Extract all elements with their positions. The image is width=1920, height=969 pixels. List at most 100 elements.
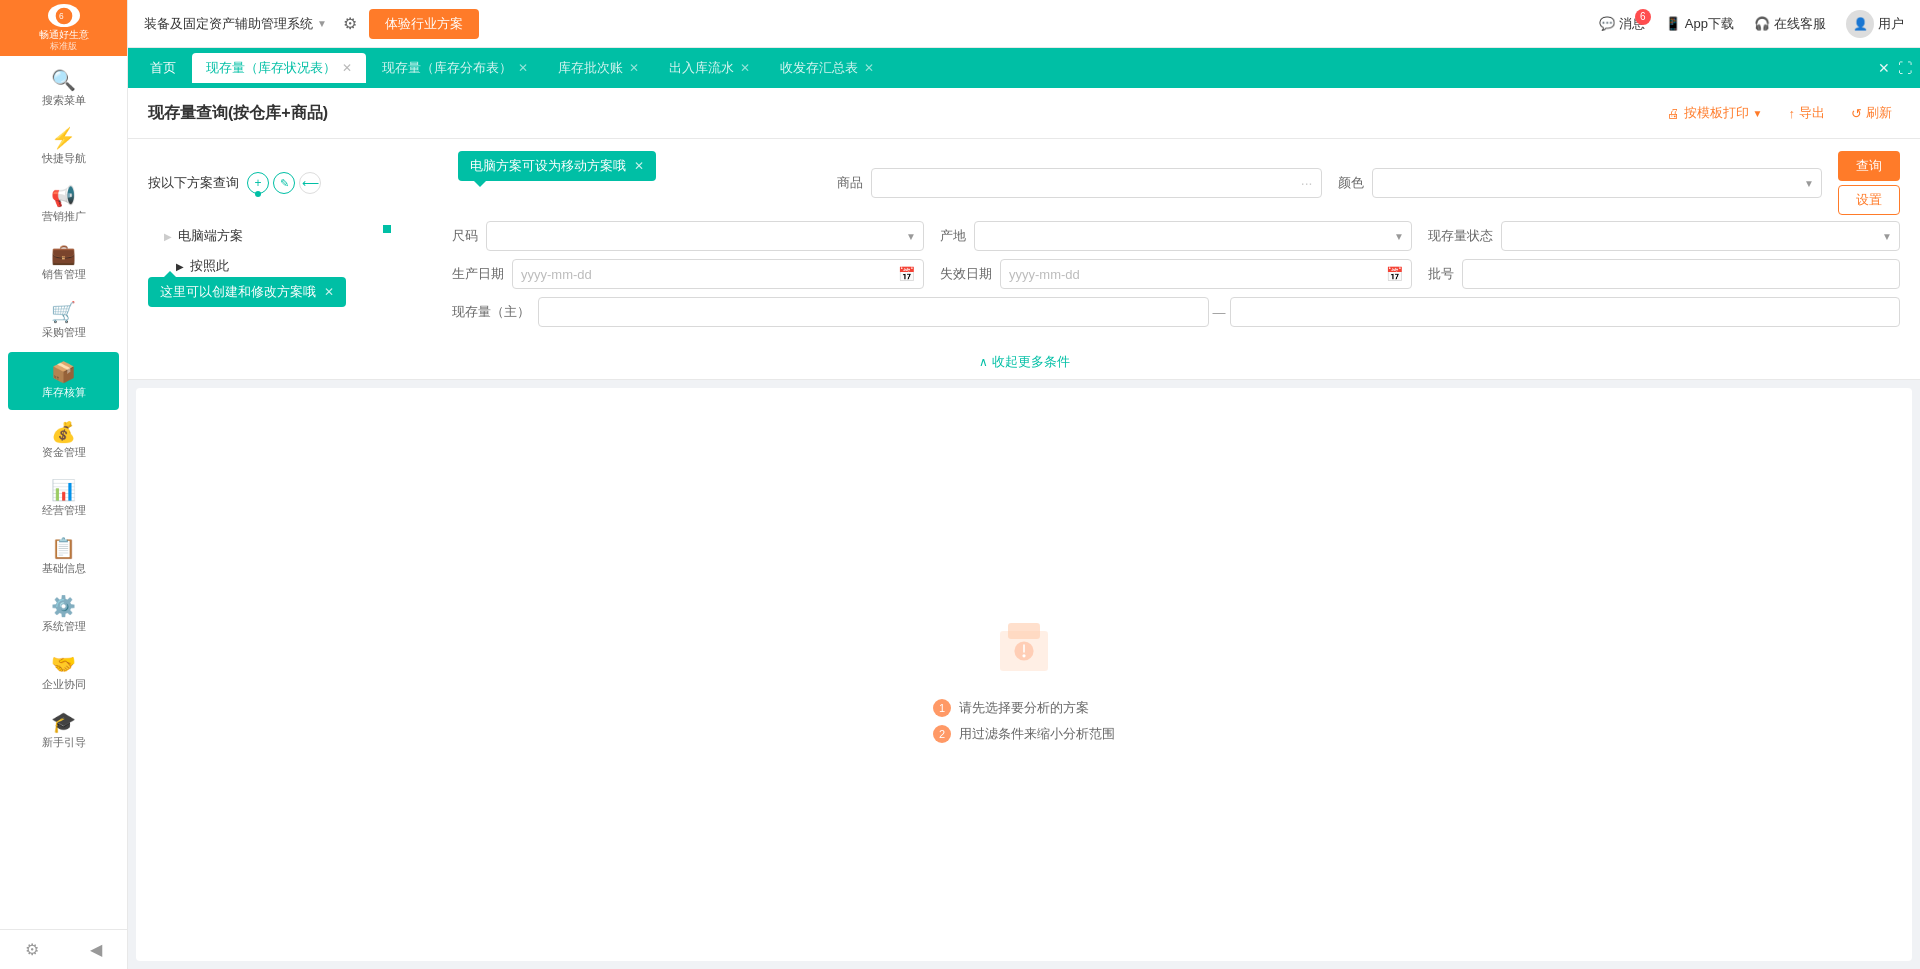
system-selector[interactable]: 装备及固定资产辅助管理系统 ▼ <box>144 15 327 33</box>
origin-select[interactable] <box>974 221 1412 251</box>
tab-stock-status-label: 现存量（库存状况表） <box>206 59 336 77</box>
expire-date-input[interactable]: yyyy-mm-dd 📅 <box>1000 259 1412 289</box>
batch-input[interactable] <box>1462 259 1900 289</box>
scheme-tree-section: 这里可以创建和修改方案哦 ✕ ▶ 电脑端方案 ▶ 按照此 <box>148 221 1900 337</box>
management-icon: 📊 <box>51 480 76 500</box>
tooltip-create-scheme: 这里可以创建和修改方案哦 ✕ <box>148 277 346 307</box>
filter-row-size: 尺码 ▼ 产地 ▼ <box>452 221 1900 251</box>
tab-close-icon-5[interactable]: ✕ <box>864 62 874 74</box>
sidebar-item-purchase[interactable]: 🛒 采购管理 <box>0 292 127 350</box>
sidebar-label-sales: 销售管理 <box>42 267 86 282</box>
sidebar-item-base[interactable]: 📋 基础信息 <box>0 528 127 586</box>
settings-footer-icon[interactable]: ⚙ <box>25 940 39 959</box>
filter-col-color: 颜色 ▼ <box>1338 168 1823 198</box>
main-area: 装备及固定资产辅助管理系统 ▼ ⚙ 体验行业方案 💬 消息 6 📱 App下载 … <box>128 0 1920 969</box>
user-label: 用户 <box>1878 15 1904 33</box>
sidebar-label-search: 搜索菜单 <box>42 93 86 108</box>
tab-close-icon-4[interactable]: ✕ <box>740 62 750 74</box>
sidebar-label-marketing: 营销推广 <box>42 209 86 224</box>
stock-range-max[interactable] <box>1230 297 1901 327</box>
size-select[interactable] <box>486 221 924 251</box>
sidebar-item-cooperation[interactable]: 🤝 企业协同 <box>0 644 127 702</box>
tab-fullscreen-icon[interactable]: ⛶ <box>1898 60 1912 76</box>
filter-icon-btns: + ✎ ⟵ <box>247 172 321 194</box>
prod-date-input[interactable]: yyyy-mm-dd 📅 <box>512 259 924 289</box>
system-name-label: 装备及固定资产辅助管理系统 <box>144 15 313 33</box>
content-area: 现存量查询(按仓库+商品) 🖨 按模板打印 ▼ ↑ 导出 ↺ 刷新 <box>128 88 1920 969</box>
tab-stock-dist[interactable]: 现存量（库存分布表） ✕ <box>368 53 542 83</box>
filter-col-prod-date: 生产日期 yyyy-mm-dd 📅 <box>452 259 924 289</box>
app-logo: 6 畅通好生意 标准版 <box>0 0 127 56</box>
prod-date-placeholder: yyyy-mm-dd <box>521 267 592 282</box>
sidebar-item-guide[interactable]: 🎓 新手引导 <box>0 702 127 760</box>
filter-col-expire-date: 失效日期 yyyy-mm-dd 📅 <box>940 259 1412 289</box>
message-badge: 6 <box>1635 9 1651 25</box>
sidebar-item-management[interactable]: 📊 经营管理 <box>0 470 127 528</box>
empty-state: 1 请先选择要分析的方案 2 用过滤条件来缩小分析范围 <box>136 388 1912 961</box>
app-download-item[interactable]: 📱 App下载 <box>1665 15 1734 33</box>
svg-rect-3 <box>1008 623 1040 639</box>
sidebar-item-nav[interactable]: ⚡ 快捷导航 <box>0 118 127 176</box>
tab-inout[interactable]: 出入库流水 ✕ <box>655 53 764 83</box>
color-label: 颜色 <box>1338 174 1364 192</box>
tab-batch[interactable]: 库存批次账 ✕ <box>544 53 653 83</box>
sidebar-item-sales[interactable]: 💼 销售管理 <box>0 234 127 292</box>
setting-btn[interactable]: 设置 <box>1838 185 1900 215</box>
export-btn[interactable]: ↑ 导出 <box>1781 100 1834 126</box>
experience-btn[interactable]: 体验行业方案 <box>369 9 479 39</box>
online-service-item[interactable]: 🎧 在线客服 <box>1754 15 1826 33</box>
scheme-pc-item[interactable]: ▶ 电脑端方案 <box>152 221 312 251</box>
filter-row-1: 按以下方案查询 + ✎ ⟵ 电脑方案可设为移动方案哦 ✕ 商品 · <box>148 151 1900 215</box>
color-select-wrap[interactable]: ▼ <box>1372 168 1823 198</box>
sidebar-item-marketing[interactable]: 📢 营销推广 <box>0 176 127 234</box>
topbar: 装备及固定资产辅助管理系统 ▼ ⚙ 体验行业方案 💬 消息 6 📱 App下载 … <box>128 0 1920 48</box>
message-icon: 💬 <box>1599 16 1615 31</box>
back-scheme-btn[interactable]: ⟵ <box>299 172 321 194</box>
stock-status-select-wrap[interactable]: ▼ <box>1501 221 1900 251</box>
origin-select-wrap[interactable]: ▼ <box>974 221 1412 251</box>
tab-inout-label: 出入库流水 <box>669 59 734 77</box>
stock-range-min[interactable] <box>538 297 1209 327</box>
topbar-right: 💬 消息 6 📱 App下载 🎧 在线客服 👤 用户 <box>1599 10 1904 38</box>
print-btn[interactable]: 🖨 按模板打印 ▼ <box>1659 100 1771 126</box>
collapse-chevron-icon: ∧ <box>979 355 988 369</box>
tooltip-close-2[interactable]: ✕ <box>324 285 334 299</box>
color-select[interactable] <box>1372 168 1823 198</box>
tab-stock-status[interactable]: 现存量（库存状况表） ✕ <box>192 53 366 83</box>
filter-collapse-btn[interactable]: ∧ 收起更多条件 <box>148 345 1900 379</box>
tab-close-icon-3[interactable]: ✕ <box>629 62 639 74</box>
tooltip-close-1[interactable]: ✕ <box>634 159 644 173</box>
add-scheme-btn[interactable]: + <box>247 172 269 194</box>
tab-summary[interactable]: 收发存汇总表 ✕ <box>766 53 888 83</box>
tab-close-icon-2[interactable]: ✕ <box>518 62 528 74</box>
tab-home[interactable]: 首页 <box>136 53 190 83</box>
system-selector-chevron: ▼ <box>317 18 327 29</box>
filter-scheme-label: 按以下方案查询 + ✎ ⟵ <box>148 172 321 194</box>
gear-icon[interactable]: ⚙ <box>343 14 357 33</box>
connector-dot <box>383 225 391 233</box>
step-num-1: 1 <box>933 699 951 717</box>
stock-status-select[interactable] <box>1501 221 1900 251</box>
message-item[interactable]: 💬 消息 6 <box>1599 15 1645 33</box>
product-label: 商品 <box>837 174 863 192</box>
online-service-label: 在线客服 <box>1774 15 1826 33</box>
tab-close-icon[interactable]: ✕ <box>342 62 352 74</box>
search-icon: 🔍 <box>51 70 76 90</box>
collapse-sidebar-icon[interactable]: ◀ <box>90 940 102 959</box>
sidebar-item-stock[interactable]: 📦 库存核算 <box>8 352 119 410</box>
edit-scheme-btn[interactable]: ✎ <box>273 172 295 194</box>
tabbar: 首页 现存量（库存状况表） ✕ 现存量（库存分布表） ✕ 库存批次账 ✕ 出入库… <box>128 48 1920 88</box>
search-btn[interactable]: 查询 <box>1838 151 1900 181</box>
scheme-pc-label: 电脑端方案 <box>178 227 243 245</box>
refresh-btn[interactable]: ↺ 刷新 <box>1843 100 1900 126</box>
empty-illustration <box>984 607 1064 687</box>
size-select-wrap[interactable]: ▼ <box>486 221 924 251</box>
empty-steps: 1 请先选择要分析的方案 2 用过滤条件来缩小分析范围 <box>933 699 1115 743</box>
user-item[interactable]: 👤 用户 <box>1846 10 1904 38</box>
sidebar-item-system[interactable]: ⚙️ 系统管理 <box>0 586 127 644</box>
sidebar-item-search[interactable]: 🔍 搜索菜单 <box>0 60 127 118</box>
tab-close-all-icon[interactable]: ✕ <box>1878 60 1890 76</box>
sidebar-label-finance: 资金管理 <box>42 445 86 460</box>
sidebar-item-finance[interactable]: 💰 资金管理 <box>0 412 127 470</box>
lightning-icon: ⚡ <box>51 128 76 148</box>
